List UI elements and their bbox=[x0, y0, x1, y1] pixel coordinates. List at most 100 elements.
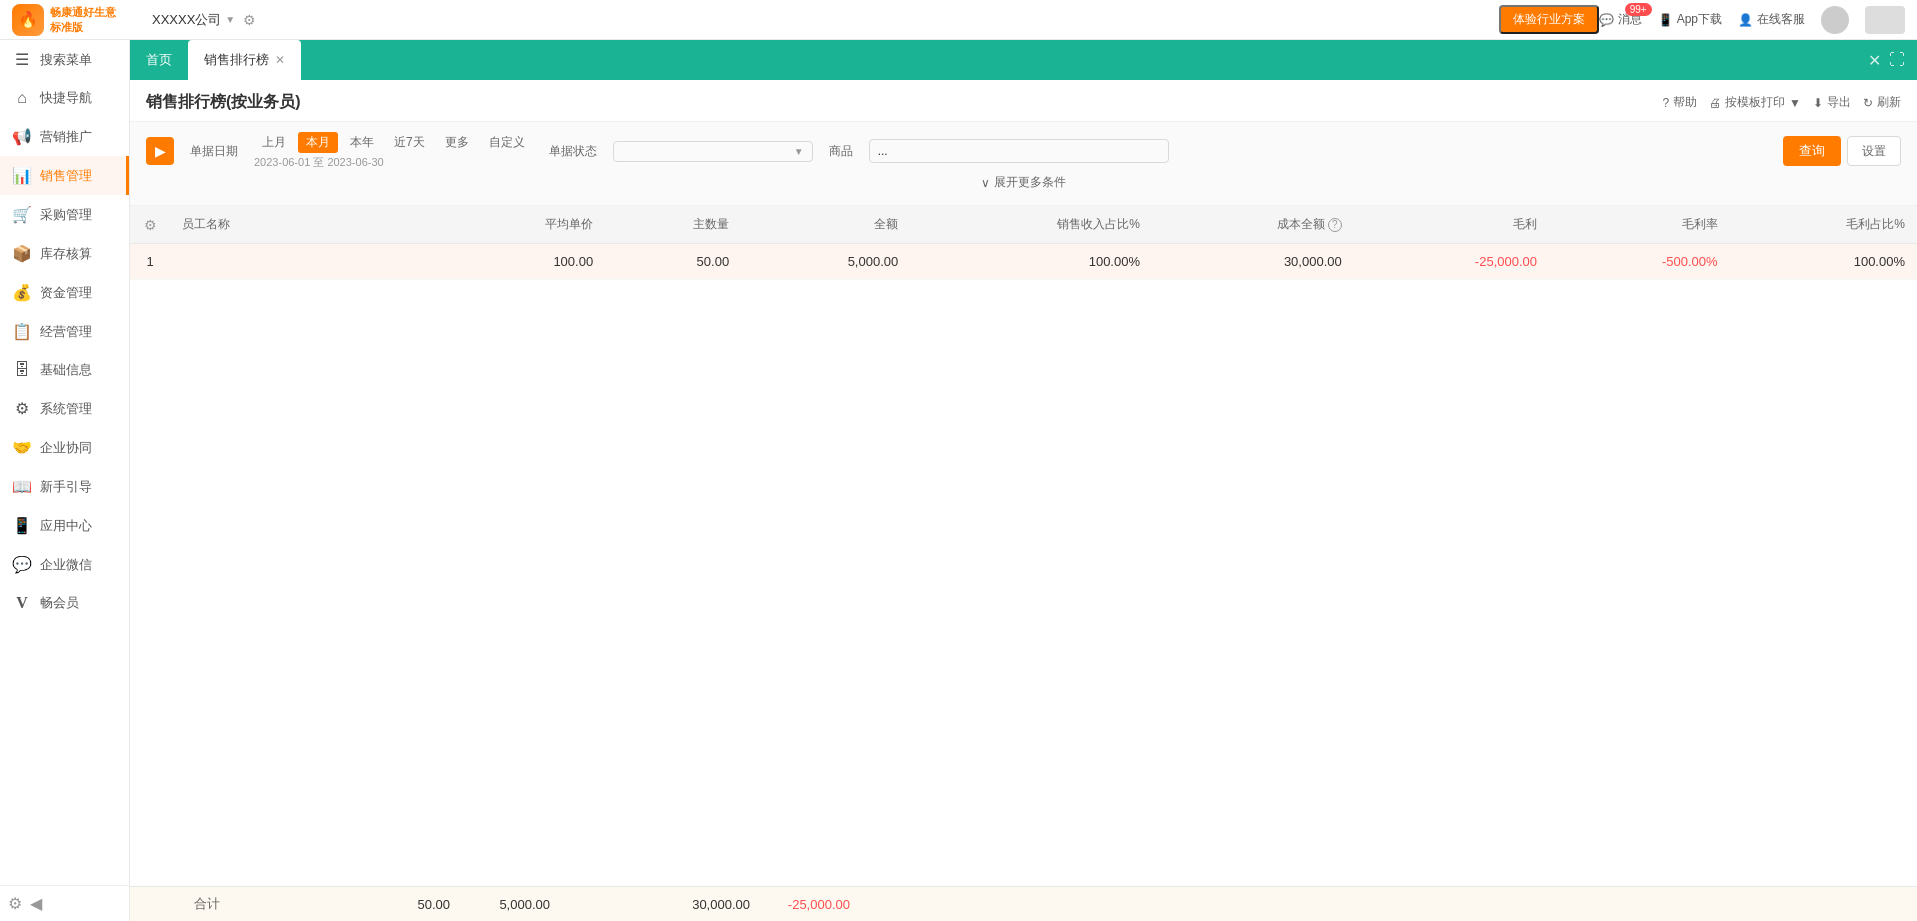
filter-actions: 查询 设置 bbox=[1783, 136, 1901, 166]
date-tab-this-month[interactable]: 本月 bbox=[298, 132, 338, 153]
sidebar-item-inventory[interactable]: 📦 库存核算 bbox=[0, 234, 129, 273]
app-center-icon: 📱 bbox=[12, 516, 32, 535]
company-settings-icon[interactable]: ⚙ bbox=[243, 12, 256, 28]
tab-close-icon[interactable]: ✕ bbox=[275, 53, 285, 67]
beginner-icon: 📖 bbox=[12, 477, 32, 496]
collab-icon: 🤝 bbox=[12, 438, 32, 457]
page-header: 销售排行榜(按业务员) ? 帮助 🖨 按模板打印 ▼ bbox=[130, 80, 1917, 122]
date-tab-custom[interactable]: 自定义 bbox=[481, 132, 533, 153]
sidebar-item-app-center[interactable]: 📱 应用中心 bbox=[0, 506, 129, 545]
th-main-qty: 主数量 bbox=[605, 206, 741, 244]
finance-icon: 💰 bbox=[12, 283, 32, 302]
th-sales-ratio: 销售收入占比% bbox=[910, 206, 1152, 244]
tab-home-label: 首页 bbox=[146, 51, 172, 69]
sidebar-item-label: 系统管理 bbox=[40, 400, 92, 418]
date-tab-more[interactable]: 更多 bbox=[437, 132, 477, 153]
sidebar-collapse-btn[interactable]: ◀ bbox=[30, 894, 42, 913]
online-service-button[interactable]: 👤 在线客服 bbox=[1738, 11, 1805, 28]
company-dropdown-icon[interactable]: ▼ bbox=[225, 14, 235, 25]
table-header-row: ⚙ 员工名称 平均单价 主数量 bbox=[130, 206, 1917, 244]
sidebar: ☰ 搜索菜单 ⌂ 快捷导航 📢 营销推广 📊 销售管理 🛒 采购管理 📦 库 bbox=[0, 40, 130, 921]
marketing-icon: 📢 bbox=[12, 127, 32, 146]
sidebar-item-label: 企业协同 bbox=[40, 439, 92, 457]
cost-info-icon[interactable]: ? bbox=[1328, 218, 1342, 232]
sidebar-item-member[interactable]: V 畅会员 bbox=[0, 584, 129, 622]
th-gross-profit: 毛利 bbox=[1354, 206, 1549, 244]
app-download-button[interactable]: 📱 App下载 bbox=[1658, 11, 1722, 28]
sidebar-item-sales[interactable]: 📊 销售管理 bbox=[0, 156, 129, 195]
goods-select-value: ... bbox=[878, 144, 1160, 158]
tab-sales-label: 销售排行榜 bbox=[204, 51, 269, 69]
td-gross-ratio: 100.00% bbox=[1730, 244, 1917, 280]
inventory-icon: 📦 bbox=[12, 244, 32, 263]
goods-filter-label: 商品 bbox=[829, 143, 853, 160]
status-filter-select[interactable]: ▼ bbox=[613, 141, 813, 162]
date-tab-7days[interactable]: 近7天 bbox=[386, 132, 433, 153]
sidebar-item-enterprise-collab[interactable]: 🤝 企业协同 bbox=[0, 428, 129, 467]
sidebar-item-label: 经营管理 bbox=[40, 323, 92, 341]
date-tab-this-year[interactable]: 本年 bbox=[342, 132, 382, 153]
help-button[interactable]: ? 帮助 bbox=[1662, 94, 1697, 111]
sidebar-item-marketing[interactable]: 📢 营销推广 bbox=[0, 117, 129, 156]
print-button[interactable]: 🖨 按模板打印 ▼ bbox=[1709, 94, 1801, 111]
top-bar-right: 💬 消息 99+ 📱 App下载 👤 在线客服 bbox=[1599, 6, 1905, 34]
footer-label: 合计 bbox=[182, 895, 302, 913]
sidebar-item-enterprise-wechat[interactable]: 💬 企业微信 bbox=[0, 545, 129, 584]
footer-amount: 5,000.00 bbox=[462, 897, 562, 912]
col-settings-icon[interactable]: ⚙ bbox=[144, 217, 157, 233]
main-area: ☰ 搜索菜单 ⌂ 快捷导航 📢 营销推广 📊 销售管理 🛒 采购管理 📦 库 bbox=[0, 40, 1917, 921]
table-footer: 合计 50.00 5,000.00 30,000.00 -25,000.00 bbox=[130, 886, 1917, 921]
avatar-name bbox=[1865, 6, 1905, 34]
sidebar-item-search[interactable]: ☰ 搜索菜单 bbox=[0, 40, 129, 79]
date-filter-label: 单据日期 bbox=[190, 143, 238, 160]
td-rank: 1 bbox=[130, 244, 170, 280]
sidebar-settings-btn[interactable]: ⚙ bbox=[8, 894, 22, 913]
sidebar-item-label: 基础信息 bbox=[40, 361, 92, 379]
sidebar-item-operations[interactable]: 📋 经营管理 bbox=[0, 312, 129, 351]
td-gross-profit: -25,000.00 bbox=[1354, 244, 1549, 280]
sidebar-item-finance[interactable]: 💰 资金管理 bbox=[0, 273, 129, 312]
table-container: ⚙ 员工名称 平均单价 主数量 bbox=[130, 206, 1917, 886]
wechat-icon: 💬 bbox=[12, 555, 32, 574]
th-amount: 全额 bbox=[741, 206, 910, 244]
date-range-text: 2023-06-01 至 2023-06-30 bbox=[254, 155, 533, 170]
settings-button[interactable]: 设置 bbox=[1847, 136, 1901, 166]
print-icon: 🖨 bbox=[1709, 96, 1721, 110]
tab-home[interactable]: 首页 bbox=[130, 40, 188, 80]
tab-sales-ranking[interactable]: 销售排行榜 ✕ bbox=[188, 40, 301, 80]
sidebar-item-label: 销售管理 bbox=[40, 167, 92, 185]
sidebar-item-beginner[interactable]: 📖 新手引导 bbox=[0, 467, 129, 506]
td-sales-ratio: 100.00% bbox=[910, 244, 1152, 280]
company-selector[interactable]: XXXXX公司 ▼ ⚙ bbox=[152, 11, 1491, 29]
trial-button[interactable]: 体验行业方案 bbox=[1499, 5, 1599, 34]
page-title: 销售排行榜(按业务员) bbox=[146, 92, 301, 113]
tab-bar: 首页 销售排行榜 ✕ ✕ ⛶ bbox=[130, 40, 1917, 80]
data-table: ⚙ 员工名称 平均单价 主数量 bbox=[130, 206, 1917, 280]
sidebar-item-label: 采购管理 bbox=[40, 206, 92, 224]
sidebar-item-purchase[interactable]: 🛒 采购管理 bbox=[0, 195, 129, 234]
avatar[interactable] bbox=[1821, 6, 1849, 34]
content-area: 首页 销售排行榜 ✕ ✕ ⛶ 销售排行榜(按业务员) bbox=[130, 40, 1917, 921]
sidebar-item-quick-nav[interactable]: ⌂ 快捷导航 bbox=[0, 79, 129, 117]
message-badge: 99+ bbox=[1625, 3, 1652, 16]
expand-more-btn[interactable]: ∨ 展开更多条件 bbox=[981, 174, 1066, 191]
filter-expand-arrow[interactable]: ▶ bbox=[146, 137, 174, 165]
sidebar-item-label: 资金管理 bbox=[40, 284, 92, 302]
sidebar-item-system[interactable]: ⚙ 系统管理 bbox=[0, 389, 129, 428]
export-button[interactable]: ⬇ 导出 bbox=[1813, 94, 1851, 111]
query-button[interactable]: 查询 bbox=[1783, 136, 1841, 166]
table-row: 1 100.00 50.00 bbox=[130, 244, 1917, 280]
tab-close-btn[interactable]: ✕ bbox=[1868, 51, 1881, 70]
basic-info-icon: 🗄 bbox=[12, 361, 32, 379]
page-container: 销售排行榜(按业务员) ? 帮助 🖨 按模板打印 ▼ bbox=[130, 80, 1917, 921]
goods-filter-select[interactable]: ... bbox=[869, 139, 1169, 163]
print-dropdown-icon[interactable]: ▼ bbox=[1789, 96, 1801, 110]
sidebar-bottom: ⚙ ◀ bbox=[0, 885, 129, 921]
refresh-button[interactable]: ↻ 刷新 bbox=[1863, 94, 1901, 111]
date-tab-last-month[interactable]: 上月 bbox=[254, 132, 294, 153]
th-gross-rate: 毛利率 bbox=[1549, 206, 1730, 244]
tab-expand-btn[interactable]: ⛶ bbox=[1889, 51, 1905, 69]
sidebar-item-basic-info[interactable]: 🗄 基础信息 bbox=[0, 351, 129, 389]
filter-row-1: ▶ 单据日期 上月 本月 本年 近7天 更多 自定义 bbox=[146, 132, 1901, 170]
message-button[interactable]: 💬 消息 99+ bbox=[1599, 11, 1642, 28]
